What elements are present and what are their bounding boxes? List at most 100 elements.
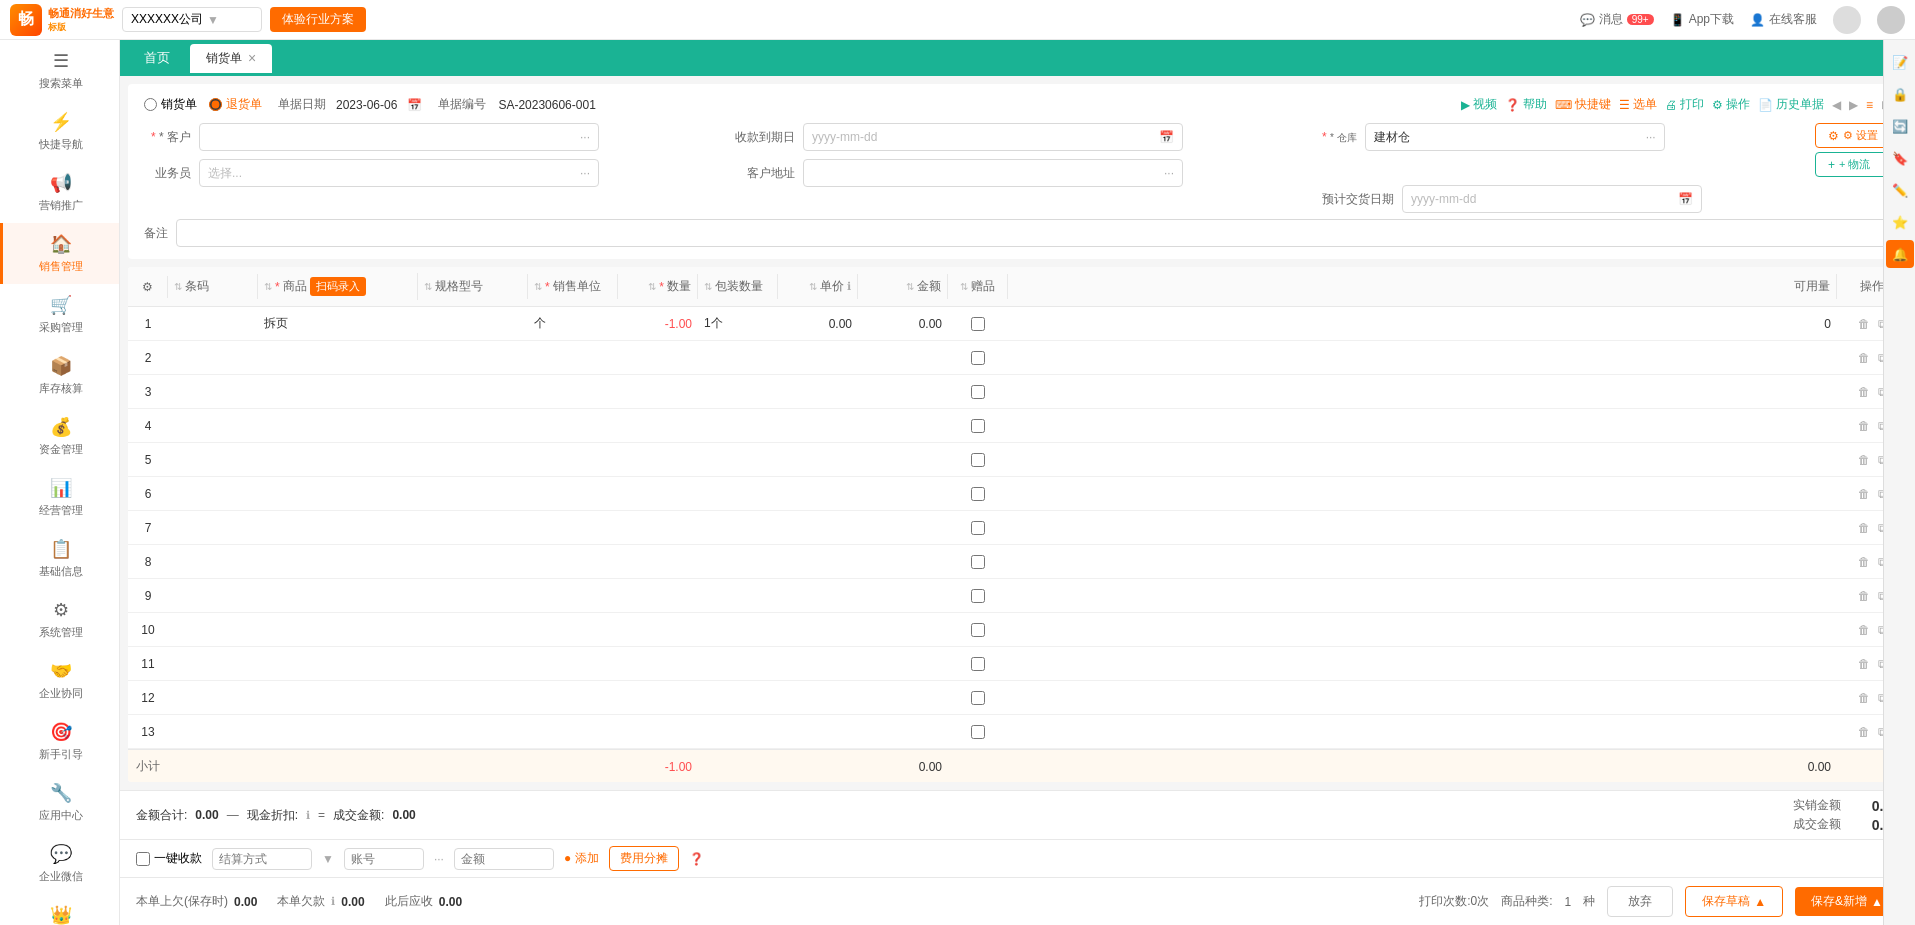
td-qty-1[interactable]: -1.00: [618, 313, 698, 335]
delete-icon-12[interactable]: 🗑: [1858, 691, 1870, 705]
td-unit-1[interactable]: 个: [528, 311, 618, 336]
gift-checkbox-7[interactable]: [971, 521, 985, 535]
payment-calendar-icon[interactable]: 📅: [1159, 130, 1174, 144]
delete-icon-9[interactable]: 🗑: [1858, 589, 1870, 603]
sidebar-item-shortcut[interactable]: ⚡ 快捷导航: [0, 101, 119, 162]
gift-checkbox-3[interactable]: [971, 385, 985, 399]
gift-checkbox-11[interactable]: [971, 657, 985, 671]
sidebar-item-member[interactable]: 👑 畅会员: [0, 894, 119, 925]
history-link[interactable]: 📄 历史单据: [1758, 96, 1824, 113]
tab-sales-order[interactable]: 销货单 ×: [190, 44, 272, 73]
one-click-pay-checkbox[interactable]: [136, 852, 150, 866]
rp-icon-star[interactable]: ⭐: [1886, 208, 1914, 236]
delete-icon-11[interactable]: 🗑: [1858, 657, 1870, 671]
delete-icon-6[interactable]: 🗑: [1858, 487, 1870, 501]
td-gift-1[interactable]: [948, 313, 1008, 335]
td-amount-1[interactable]: 0.00: [858, 313, 948, 335]
td-barcode-1[interactable]: [168, 320, 258, 328]
delete-icon-10[interactable]: 🗑: [1858, 623, 1870, 637]
gift-checkbox-13[interactable]: [971, 725, 985, 739]
td-goods-2[interactable]: [258, 354, 418, 362]
td-pkg-1[interactable]: 1个: [698, 311, 778, 336]
sales-radio-input[interactable]: [144, 98, 157, 111]
sidebar-item-guide[interactable]: 🎯 新手引导: [0, 711, 119, 772]
td-amount-2[interactable]: [858, 354, 948, 362]
tab-home[interactable]: 首页: [128, 43, 186, 73]
user-avatar-2[interactable]: [1877, 6, 1905, 34]
operation-link[interactable]: ⚙ 操作: [1712, 96, 1750, 113]
delete-icon-13[interactable]: 🗑: [1858, 725, 1870, 739]
td-pkg-2[interactable]: [698, 354, 778, 362]
delete-icon-5[interactable]: 🗑: [1858, 453, 1870, 467]
expected-calendar-icon[interactable]: 📅: [1678, 192, 1693, 206]
account-input[interactable]: [344, 848, 424, 870]
sidebar-item-appstore[interactable]: 🔧 应用中心: [0, 772, 119, 833]
shortcut-link[interactable]: ⌨ 快捷键: [1555, 96, 1611, 113]
delete-icon-7[interactable]: 🗑: [1858, 521, 1870, 535]
sales-radio-label[interactable]: 销货单: [144, 96, 197, 113]
delete-icon-8[interactable]: 🗑: [1858, 555, 1870, 569]
logistics-button[interactable]: + + 物流: [1815, 152, 1891, 177]
abandon-button[interactable]: 放弃: [1607, 886, 1673, 917]
online-service-button[interactable]: 👤 在线客服: [1750, 11, 1817, 28]
sidebar-item-marketing[interactable]: 📢 营销推广: [0, 162, 119, 223]
expected-date-input[interactable]: yyyy-mm-dd 📅: [1402, 185, 1702, 213]
settlement-input[interactable]: [212, 848, 312, 870]
td-qty-2[interactable]: [618, 354, 698, 362]
scan-button[interactable]: 扫码录入: [310, 277, 366, 296]
rp-icon-edit[interactable]: 📝: [1886, 48, 1914, 76]
sidebar-item-purchase[interactable]: 🛒 采购管理: [0, 284, 119, 345]
delete-icon-2[interactable]: 🗑: [1858, 351, 1870, 365]
td-spec-1[interactable]: [418, 320, 528, 328]
sidebar-item-enterprise[interactable]: 🤝 企业协同: [0, 650, 119, 711]
expense-split-button[interactable]: 费用分摊: [609, 846, 679, 871]
delete-icon-1[interactable]: 🗑: [1858, 317, 1870, 331]
salesperson-input[interactable]: 选择... ···: [199, 159, 599, 187]
sidebar-item-finance[interactable]: 💰 资金管理: [0, 406, 119, 467]
rp-icon-bell[interactable]: 🔔: [1886, 240, 1914, 268]
gift-checkbox-6[interactable]: [971, 487, 985, 501]
settlement-dropdown-icon[interactable]: ▼: [322, 852, 334, 866]
one-click-pay-label[interactable]: 一键收款: [136, 850, 202, 867]
nav-next-icon[interactable]: ▶: [1849, 98, 1858, 112]
tab-close-icon[interactable]: ×: [248, 50, 256, 66]
amount-input[interactable]: [454, 848, 554, 870]
app-download-button[interactable]: 📱 App下载: [1670, 11, 1734, 28]
video-link[interactable]: ▶ 视频: [1461, 96, 1497, 113]
td-unit-2[interactable]: [528, 354, 618, 362]
help-link[interactable]: ❓ 帮助: [1505, 96, 1547, 113]
td-spec-2[interactable]: [418, 354, 528, 362]
sidebar-item-wechat[interactable]: 💬 企业微信: [0, 833, 119, 894]
calendar-icon[interactable]: 📅: [407, 98, 422, 112]
add-payment-button[interactable]: ● 添加: [564, 850, 599, 867]
view-list-icon[interactable]: ≡: [1866, 98, 1873, 112]
gift-checkbox-2[interactable]: [971, 351, 985, 365]
gift-checkbox-10[interactable]: [971, 623, 985, 637]
print-link[interactable]: 🖨 打印: [1665, 96, 1704, 113]
return-radio-input[interactable]: [209, 98, 222, 111]
td-goods-1[interactable]: 拆页: [258, 311, 418, 336]
gift-checkbox-8[interactable]: [971, 555, 985, 569]
nav-prev-icon[interactable]: ◀: [1832, 98, 1841, 112]
gift-checkbox-12[interactable]: [971, 691, 985, 705]
td-price-2[interactable]: [778, 354, 858, 362]
rp-icon-bookmark[interactable]: 🔖: [1886, 144, 1914, 172]
sidebar-item-inventory[interactable]: 📦 库存核算: [0, 345, 119, 406]
td-barcode-2[interactable]: [168, 354, 258, 362]
message-button[interactable]: 💬 消息 99+: [1580, 11, 1654, 28]
select-order-link[interactable]: ☰ 选单: [1619, 96, 1657, 113]
sidebar-item-search[interactable]: ☰ 搜索菜单: [0, 40, 119, 101]
td-price-1[interactable]: 0.00: [778, 313, 858, 335]
rp-icon-pencil[interactable]: ✏️: [1886, 176, 1914, 204]
gift-checkbox-5[interactable]: [971, 453, 985, 467]
rp-icon-refresh[interactable]: 🔄: [1886, 112, 1914, 140]
payment-due-input[interactable]: yyyy-mm-dd 📅: [803, 123, 1183, 151]
customer-input[interactable]: ···: [199, 123, 599, 151]
gift-checkbox-4[interactable]: [971, 419, 985, 433]
sidebar-item-sales[interactable]: 🏠 销售管理: [0, 223, 119, 284]
delete-icon-3[interactable]: 🗑: [1858, 385, 1870, 399]
settings-gear-icon[interactable]: ⚙: [142, 280, 153, 294]
note-input[interactable]: [176, 219, 1891, 247]
rp-icon-lock[interactable]: 🔒: [1886, 80, 1914, 108]
td-gift-2[interactable]: [948, 347, 1008, 369]
